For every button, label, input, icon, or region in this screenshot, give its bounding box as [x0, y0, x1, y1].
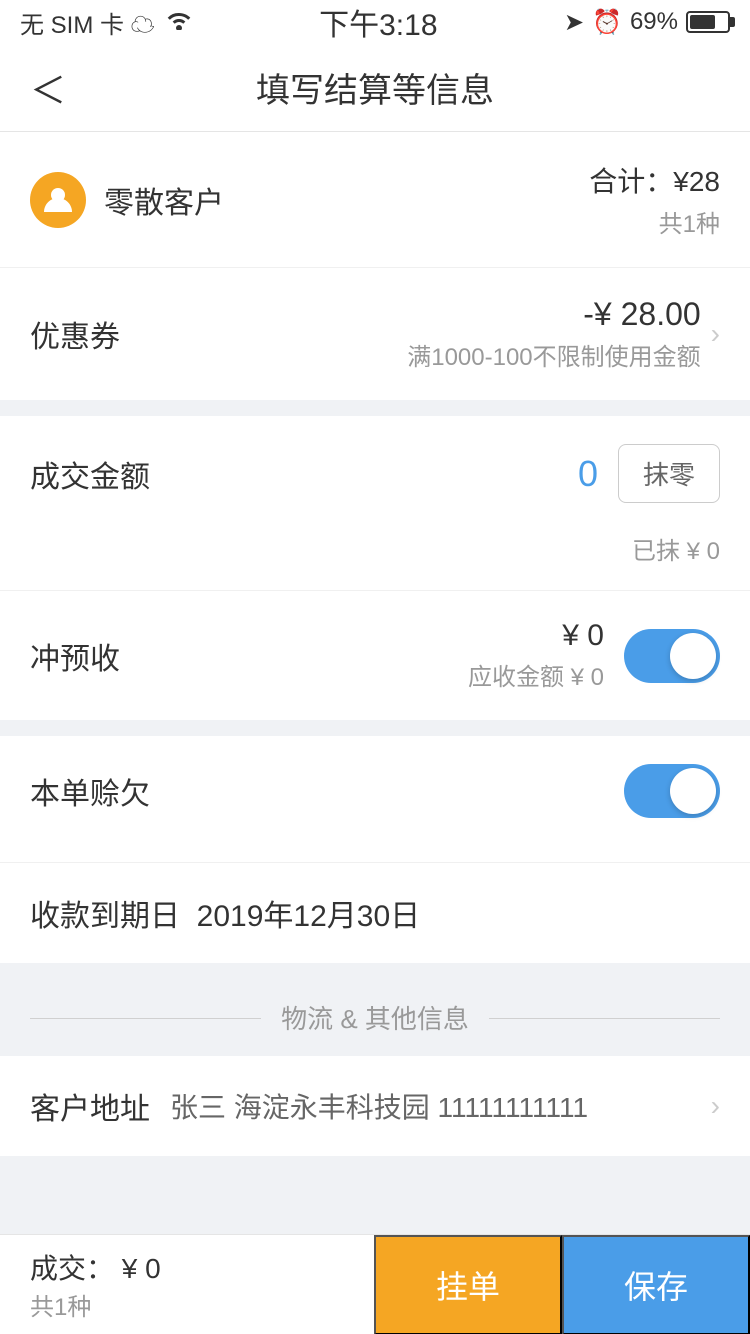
battery-icon — [686, 11, 730, 33]
prereceive-label: 冲预收 — [30, 634, 120, 678]
debit-toggle[interactable] — [624, 764, 720, 818]
status-left: 无 SIM 卡 ☁ — [20, 5, 193, 40]
location-icon: ➤ — [564, 8, 584, 37]
toggle-knob — [670, 633, 716, 679]
page-title: 填写结算等信息 — [256, 63, 494, 112]
coupon-desc: 满1000-100不限制使用金额 — [407, 337, 700, 372]
bottom-count: 共1种 — [30, 1287, 344, 1322]
coupon-row[interactable]: 优惠券 -¥ 28.00 满1000-100不限制使用金额 › — [0, 267, 750, 400]
chevron-right-icon: › — [711, 318, 720, 350]
avatar — [30, 172, 86, 228]
debit-row: 本单赊欠 — [0, 736, 750, 846]
bottom-deal: 成交： ¥ 0 — [30, 1247, 344, 1287]
prereceive-amount: ¥ 0 — [468, 619, 604, 653]
coupon-label: 优惠券 — [30, 312, 120, 356]
due-date-text: 收款到期日 2019年12月30日 — [30, 900, 420, 933]
amount-section: 成交金额 0 抹零 已抹 ¥ 0 冲预收 ¥ 0 应收金额 ¥ 0 — [0, 416, 750, 720]
back-button[interactable]: ＜ — [30, 62, 66, 114]
logistics-section: 物流 & 其他信息 — [0, 979, 750, 1056]
wifi-icon — [165, 8, 193, 37]
deal-amount-label: 成交金额 — [30, 452, 150, 496]
prereceive-row: 冲预收 ¥ 0 应收金额 ¥ 0 — [0, 590, 750, 720]
debit-label: 本单赊欠 — [30, 769, 150, 813]
address-label: 客户地址 — [30, 1084, 150, 1128]
no-sim-text: 无 SIM 卡 ☁ — [20, 5, 155, 40]
prereceive-toggle[interactable] — [624, 629, 720, 683]
customer-name: 零散客户 — [104, 178, 224, 222]
total-label: 合计：¥28 — [589, 160, 720, 200]
logistics-label: 物流 & 其他信息 — [261, 999, 489, 1036]
amount-right: 0 抹零 — [578, 444, 720, 503]
prereceive-values: ¥ 0 应收金额 ¥ 0 — [468, 619, 604, 692]
amount-row: 成交金额 0 抹零 — [0, 416, 750, 531]
bottom-info: 成交： ¥ 0 共1种 — [0, 1247, 374, 1322]
status-time: 下午3:18 — [319, 0, 437, 44]
address-row[interactable]: 客户地址 张三 海淀永丰科技园 11111111111 › — [0, 1056, 750, 1156]
content: 零散客户 合计：¥28 共1种 优惠券 -¥ 28.00 满1000-100不限… — [0, 132, 750, 1292]
customer-row: 零散客户 合计：¥28 共1种 — [0, 132, 750, 267]
coupon-right: -¥ 28.00 满1000-100不限制使用金额 › — [407, 296, 720, 372]
address-chevron-icon: › — [711, 1090, 720, 1122]
status-bar: 无 SIM 卡 ☁ 下午3:18 ➤ ⏰ 69% — [0, 0, 750, 44]
customer-left: 零散客户 — [30, 172, 224, 228]
debit-section: 本单赊欠 收款到期日 2019年12月30日 — [0, 736, 750, 963]
prereceive-right: ¥ 0 应收金额 ¥ 0 — [468, 619, 720, 692]
customer-right: 合计：¥28 共1种 — [589, 160, 720, 239]
bottom-bar: 成交： ¥ 0 共1种 挂单 保存 — [0, 1234, 750, 1334]
battery-percent: 69% — [630, 8, 678, 36]
address-value: 张三 海淀永丰科技园 11111111111 — [170, 1086, 711, 1126]
total-count: 共1种 — [589, 204, 720, 239]
status-right: ➤ ⏰ 69% — [564, 8, 730, 37]
amount-sub-text: 已抹 ¥ 0 — [632, 538, 720, 565]
coupon-discount: -¥ 28.00 — [407, 296, 700, 333]
alarm-icon: ⏰ — [592, 8, 622, 37]
save-button[interactable]: 保存 — [562, 1235, 750, 1334]
nav-bar: ＜ 填写结算等信息 — [0, 44, 750, 132]
customer-card: 零散客户 合计：¥28 共1种 优惠券 -¥ 28.00 满1000-100不限… — [0, 132, 750, 400]
prereceive-sub: 应收金额 ¥ 0 — [468, 657, 604, 692]
round-zero-button[interactable]: 抹零 — [618, 444, 720, 503]
debit-toggle-knob — [670, 768, 716, 814]
hang-button[interactable]: 挂单 — [374, 1235, 562, 1334]
due-date-section: 收款到期日 2019年12月30日 — [0, 862, 750, 963]
deal-amount-value: 0 — [578, 453, 598, 495]
address-card: 客户地址 张三 海淀永丰科技园 11111111111 › — [0, 1056, 750, 1156]
